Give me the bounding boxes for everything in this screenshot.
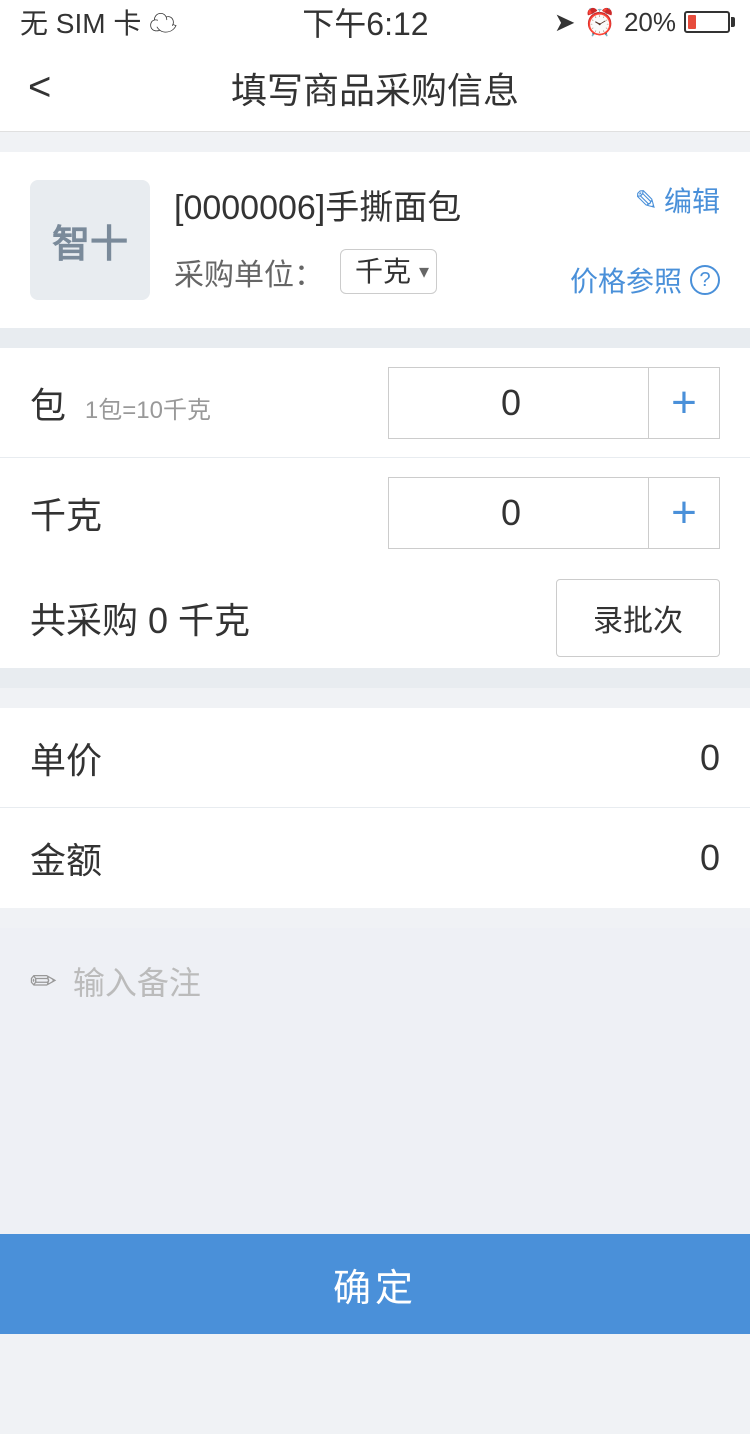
amount-label: 金额 — [30, 832, 102, 884]
bag-plus-button[interactable]: + — [648, 367, 720, 439]
bag-quantity-input[interactable] — [388, 367, 648, 439]
help-icon: ? — [690, 265, 720, 295]
note-placeholder: 输入备注 — [73, 958, 201, 1004]
unit-price-row: 单价 0 — [0, 708, 750, 808]
sim-status: 无 SIM 卡 ☁ — [20, 2, 177, 42]
bag-label-group: 包 1包=10千克 — [30, 377, 211, 429]
battery-percent: 20% — [624, 7, 676, 38]
summary-row: 共采购 0 千克 录批次 — [0, 568, 750, 668]
amount-value: 0 — [700, 837, 720, 879]
kg-input-right: + — [388, 477, 720, 549]
page-title: 填写商品采购信息 — [231, 62, 519, 114]
bag-label: 包 — [30, 385, 66, 426]
bag-input-right: + — [388, 367, 720, 439]
bag-sub-label: 1包=10千克 — [85, 397, 211, 424]
bag-input-row: 包 1包=10千克 + — [0, 348, 750, 458]
section-divider-2 — [0, 668, 750, 688]
price-section: 单价 0 金额 0 — [0, 708, 750, 908]
unit-price-label: 单价 — [30, 732, 102, 784]
pencil-icon: ✏ — [30, 962, 57, 1000]
status-left: 无 SIM 卡 ☁ — [20, 2, 177, 42]
product-image: 智十 — [30, 180, 150, 300]
confirm-button[interactable]: 确定 — [0, 1234, 750, 1334]
kg-label: 千克 — [30, 487, 102, 539]
bottom-area: 确定 — [0, 1234, 750, 1334]
unit-select-wrapper[interactable]: 千克 — [340, 249, 437, 294]
kg-quantity-input[interactable] — [388, 477, 648, 549]
edit-icon: ✎ — [635, 184, 658, 217]
status-time: 下午6:12 — [302, 0, 428, 45]
alarm-icon: ⏰ — [584, 7, 616, 38]
location-icon: ➤ — [554, 7, 576, 38]
battery-icon — [684, 11, 730, 33]
batch-button[interactable]: 录批次 — [556, 579, 720, 657]
unit-select[interactable]: 千克 — [340, 249, 437, 294]
price-ref-button[interactable]: 价格参照 ? — [570, 260, 720, 300]
status-right: ➤ ⏰ 20% — [554, 7, 730, 38]
summary-text: 共采购 0 千克 — [30, 592, 250, 644]
section-divider-1 — [0, 328, 750, 348]
status-bar: 无 SIM 卡 ☁ 下午6:12 ➤ ⏰ 20% — [0, 0, 750, 44]
input-section: 包 1包=10千克 + 千克 + — [0, 348, 750, 568]
edit-button[interactable]: ✎ 编辑 — [635, 180, 720, 220]
nav-bar: < 填写商品采购信息 — [0, 44, 750, 132]
amount-row: 金额 0 — [0, 808, 750, 908]
price-ref-label: 价格参照 — [570, 260, 682, 300]
note-section[interactable]: ✏ 输入备注 — [0, 928, 750, 1034]
kg-plus-button[interactable]: + — [648, 477, 720, 549]
unit-label: 采购单位： — [174, 250, 324, 294]
unit-price-value: 0 — [700, 737, 720, 779]
product-card: 智十 [0000006]手撕面包 采购单位： 千克 ✎ 编辑 价格参照 ? — [0, 152, 750, 328]
back-button[interactable]: < — [28, 65, 51, 110]
kg-input-row: 千克 + — [0, 458, 750, 568]
edit-label: 编辑 — [664, 180, 720, 220]
